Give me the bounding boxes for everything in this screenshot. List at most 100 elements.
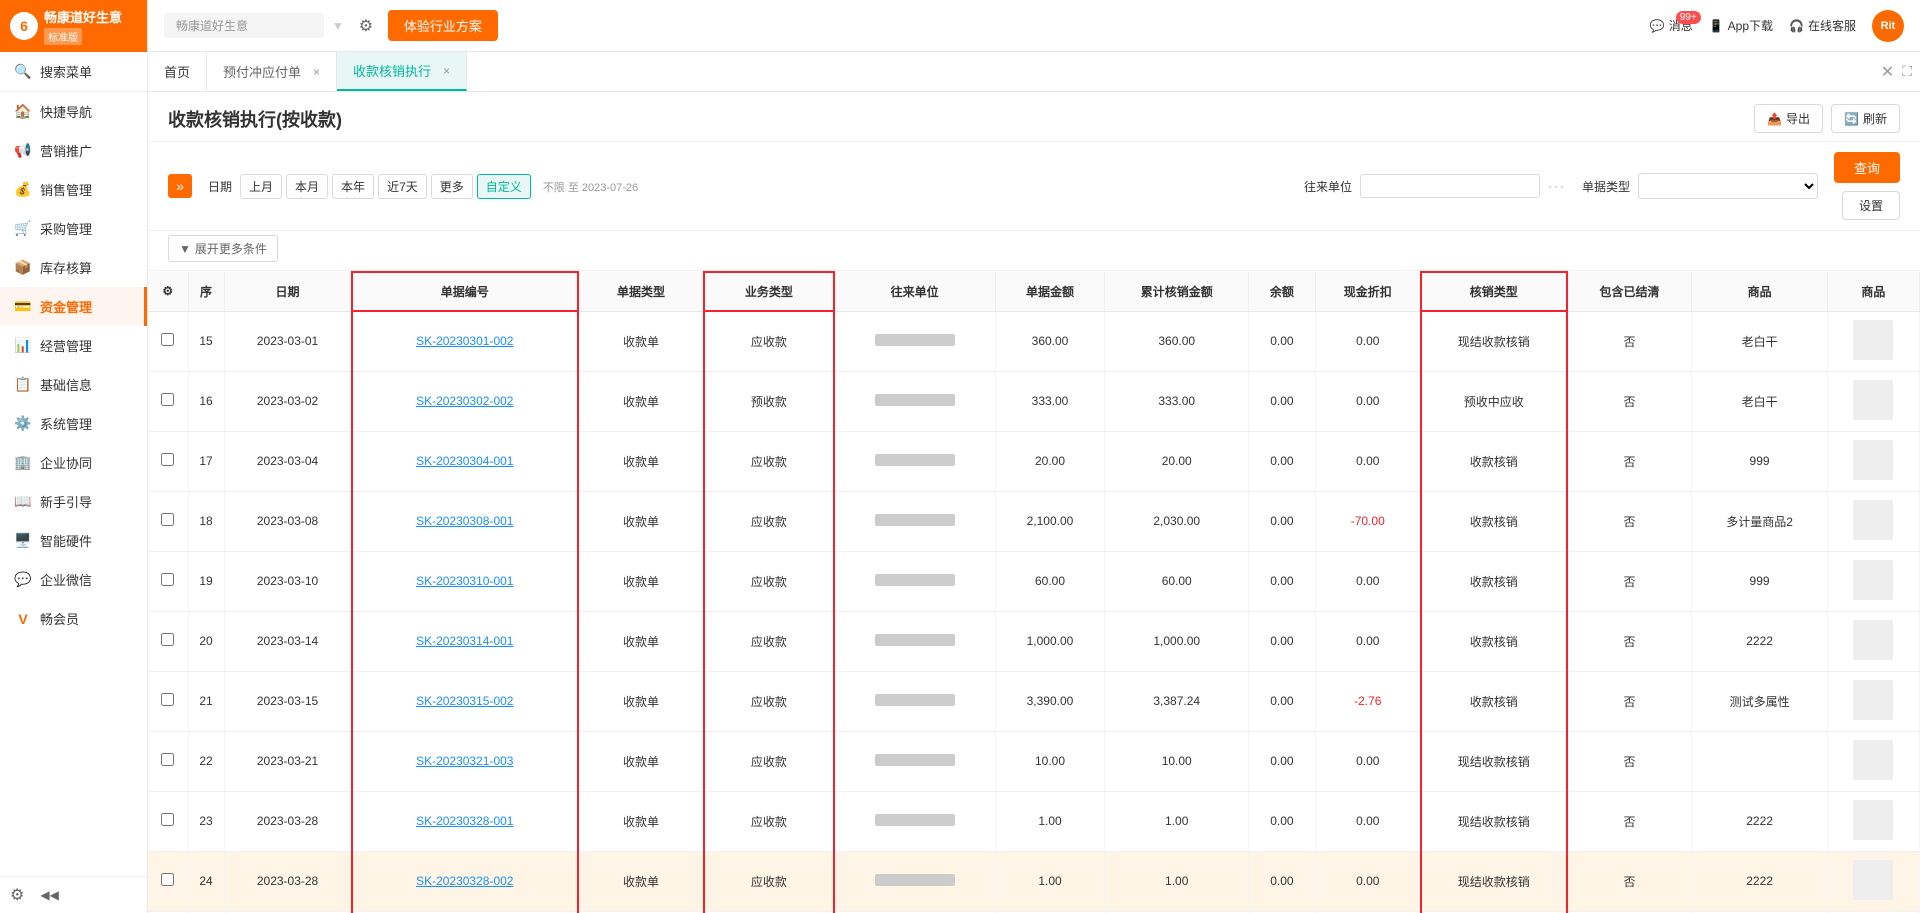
row-balance: 0.00 bbox=[1249, 551, 1315, 611]
row-checkbox[interactable] bbox=[148, 731, 188, 791]
export-button[interactable]: 📤 导出 bbox=[1754, 104, 1823, 133]
user-avatar[interactable]: Rit bbox=[1872, 10, 1904, 42]
sidebar-item-hardware[interactable]: 🖥️ 智能硬件 bbox=[0, 521, 147, 560]
filter-dots: ··· bbox=[1548, 179, 1566, 193]
date-btn-more[interactable]: 更多 bbox=[431, 174, 473, 199]
sidebar-item-operations[interactable]: 📊 经营管理 bbox=[0, 326, 147, 365]
doc-no-link[interactable]: SK-20230304-001 bbox=[416, 454, 513, 468]
row-date: 2023-03-21 bbox=[224, 731, 352, 791]
messages-badge: 99+ bbox=[1676, 11, 1701, 24]
refresh-button[interactable]: 🔄 刷新 bbox=[1831, 104, 1900, 133]
filter-bar: » 日期 上月 本月 本年 近7天 更多 自定义 不限 至 2023-07-26… bbox=[148, 142, 1920, 231]
doc-no-link[interactable]: SK-20230328-002 bbox=[416, 874, 513, 888]
sidebar-item-quick-nav[interactable]: 🏠 快捷导航 bbox=[0, 92, 147, 131]
doc-no-link[interactable]: SK-20230308-001 bbox=[416, 514, 513, 528]
column-settings-icon[interactable]: ⚙ bbox=[162, 284, 173, 298]
row-amount: 3,390.00 bbox=[995, 671, 1105, 731]
tab-payable-close[interactable]: × bbox=[313, 65, 320, 79]
row-checkbox[interactable] bbox=[148, 611, 188, 671]
sidebar-item-sales[interactable]: 💰 销售管理 bbox=[0, 170, 147, 209]
online-service-button[interactable]: 🎧 在线客服 bbox=[1789, 17, 1856, 34]
breadcrumb: 畅康道好生意 bbox=[164, 13, 324, 38]
table-row: 23 2023-03-28 SK-20230328-001 收款单 应收款 1.… bbox=[148, 791, 1920, 851]
row-checkbox[interactable] bbox=[148, 791, 188, 851]
th-biz-type: 业务类型 bbox=[704, 272, 833, 311]
row-amount: 333.00 bbox=[995, 371, 1105, 431]
sidebar-item-member[interactable]: V 畅会员 bbox=[0, 599, 147, 638]
date-btn-custom[interactable]: 自定义 bbox=[477, 174, 531, 199]
date-options: 上月 本月 本年 近7天 更多 自定义 bbox=[240, 174, 531, 199]
doc-no-link[interactable]: SK-20230315-002 bbox=[416, 694, 513, 708]
th-gear[interactable]: ⚙ bbox=[148, 272, 188, 311]
doc-no-link[interactable]: SK-20230328-001 bbox=[416, 814, 513, 828]
sidebar-item-inventory[interactable]: 📦 库存核算 bbox=[0, 248, 147, 287]
partner-input[interactable] bbox=[1360, 174, 1540, 198]
tab-home[interactable]: 首页 bbox=[148, 52, 207, 91]
sidebar-item-wechat[interactable]: 💬 企业微信 bbox=[0, 560, 147, 599]
maximize-icon[interactable]: ⛶ bbox=[1902, 63, 1912, 80]
row-include-settled: 否 bbox=[1567, 371, 1692, 431]
sidebar-item-finance[interactable]: 💳 资金管理 bbox=[0, 287, 147, 326]
row-cash-discount: 0.00 bbox=[1315, 851, 1421, 911]
row-balance: 0.00 bbox=[1249, 791, 1315, 851]
gear-button[interactable]: ⚙ bbox=[352, 12, 380, 40]
row-seq: 15 bbox=[188, 311, 224, 371]
row-balance: 0.00 bbox=[1249, 671, 1315, 731]
filter-expand-button[interactable]: » bbox=[168, 174, 192, 198]
row-include-settled: 否 bbox=[1567, 611, 1692, 671]
row-biz-type: 应收款 bbox=[704, 551, 833, 611]
row-doc-type: 收款单 bbox=[578, 371, 704, 431]
tab-payable[interactable]: 预付冲应付单 × bbox=[207, 52, 337, 91]
sidebar-item-label: 经营管理 bbox=[40, 336, 92, 355]
query-button[interactable]: 查询 bbox=[1834, 152, 1900, 183]
row-product: 测试多属性 bbox=[1692, 671, 1827, 731]
row-doc-no: SK-20230315-002 bbox=[352, 671, 578, 731]
expand-more-button[interactable]: ▼ 展开更多条件 bbox=[168, 235, 278, 262]
messages-button[interactable]: 💬 消息 99+ bbox=[1650, 17, 1693, 34]
row-doc-type: 收款单 bbox=[578, 611, 704, 671]
settings-button[interactable]: 设置 bbox=[1842, 191, 1900, 220]
row-checkbox[interactable] bbox=[148, 491, 188, 551]
close-tab-icon[interactable]: ✕ bbox=[1881, 62, 1894, 82]
date-btn-last-month[interactable]: 上月 bbox=[240, 174, 282, 199]
date-btn-this-month[interactable]: 本月 bbox=[286, 174, 328, 199]
doc-no-link[interactable]: SK-20230302-002 bbox=[416, 394, 513, 408]
sidebar-item-marketing[interactable]: 📢 营销推广 bbox=[0, 131, 147, 170]
sidebar-item-basic[interactable]: 📋 基础信息 bbox=[0, 365, 147, 404]
topbar: 畅康道好生意 ▼ ⚙ 体验行业方案 💬 消息 99+ 📱 App下载 🎧 在线客… bbox=[148, 0, 1920, 52]
date-btn-this-year[interactable]: 本年 bbox=[332, 174, 374, 199]
sidebar-item-enterprise[interactable]: 🏢 企业协同 bbox=[0, 443, 147, 482]
sidebar-item-system[interactable]: ⚙️ 系统管理 bbox=[0, 404, 147, 443]
doc-no-link[interactable]: SK-20230301-002 bbox=[416, 334, 513, 348]
sidebar-item-search[interactable]: 🔍 搜索菜单 bbox=[0, 52, 147, 92]
row-date: 2023-03-14 bbox=[224, 611, 352, 671]
tab-collection-close[interactable]: × bbox=[443, 64, 450, 78]
th-seq: 序 bbox=[188, 272, 224, 311]
row-date: 2023-03-08 bbox=[224, 491, 352, 551]
row-checkbox[interactable] bbox=[148, 371, 188, 431]
row-amount: 1,000.00 bbox=[995, 611, 1105, 671]
sidebar-settings-icon[interactable]: ⚙ bbox=[10, 885, 24, 905]
row-seq: 24 bbox=[188, 851, 224, 911]
row-seq: 20 bbox=[188, 611, 224, 671]
row-include-settled: 否 bbox=[1567, 491, 1692, 551]
row-checkbox[interactable] bbox=[148, 551, 188, 611]
row-date: 2023-03-15 bbox=[224, 671, 352, 731]
doc-no-link[interactable]: SK-20230310-001 bbox=[416, 574, 513, 588]
sidebar-item-purchase[interactable]: 🛒 采购管理 bbox=[0, 209, 147, 248]
tab-collection[interactable]: 收款核销执行 × bbox=[337, 52, 467, 91]
doc-no-link[interactable]: SK-20230321-003 bbox=[416, 754, 513, 768]
row-checkbox[interactable] bbox=[148, 851, 188, 911]
sidebar-item-guide[interactable]: 📖 新手引导 bbox=[0, 482, 147, 521]
date-btn-7days[interactable]: 近7天 bbox=[378, 174, 427, 199]
voucher-type-select[interactable] bbox=[1638, 173, 1818, 199]
row-checkbox[interactable] bbox=[148, 311, 188, 371]
solution-button[interactable]: 体验行业方案 bbox=[388, 10, 498, 41]
row-checkbox[interactable] bbox=[148, 671, 188, 731]
doc-no-link[interactable]: SK-20230314-001 bbox=[416, 634, 513, 648]
row-product: 2222 bbox=[1692, 791, 1827, 851]
sidebar-collapse-icon[interactable]: ◀◀ bbox=[40, 888, 58, 902]
row-seq: 23 bbox=[188, 791, 224, 851]
app-download-button[interactable]: 📱 App下载 bbox=[1709, 17, 1773, 34]
row-checkbox[interactable] bbox=[148, 431, 188, 491]
